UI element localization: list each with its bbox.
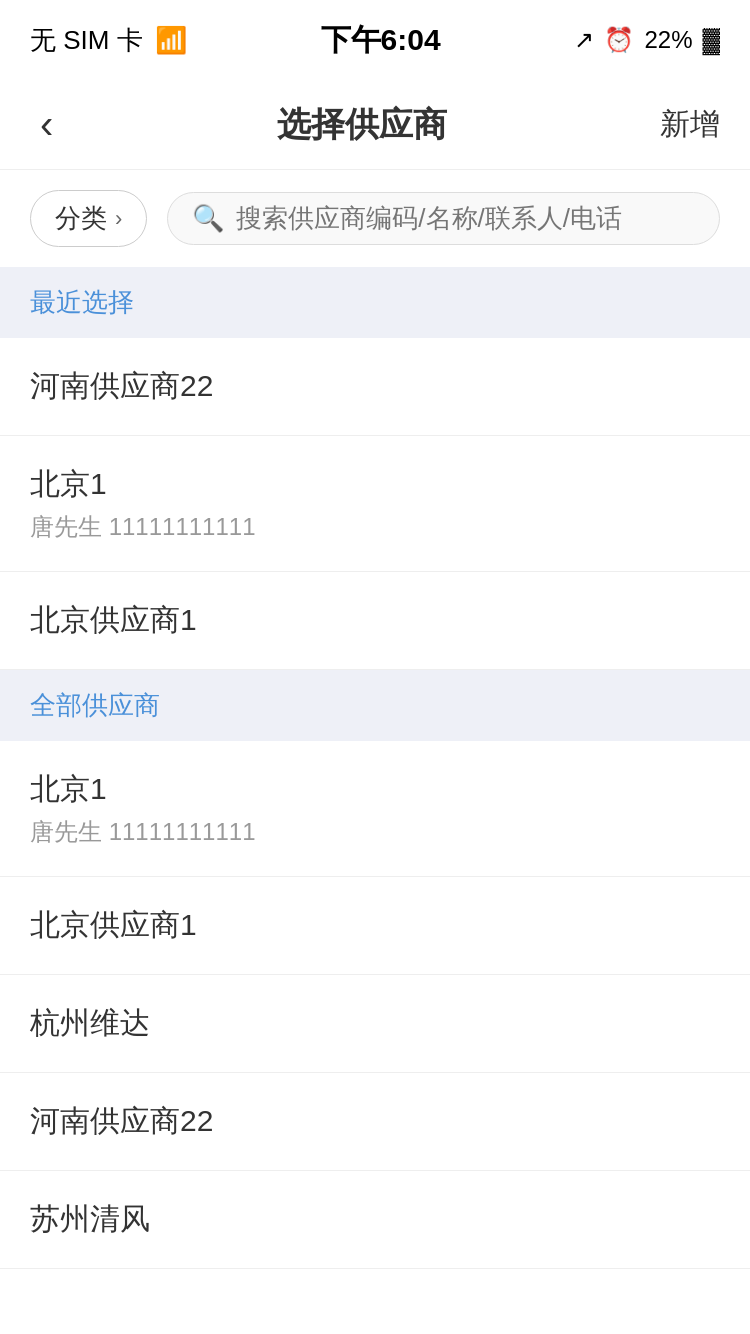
recent-section-header: 最近选择	[0, 267, 750, 338]
search-input[interactable]	[236, 203, 695, 234]
category-label: 分类	[55, 201, 107, 236]
status-bar: 无 SIM 卡 📶 下午6:04 ↗ ⏰ 22% ▓	[0, 0, 750, 80]
item-name: 北京供应商1	[30, 600, 720, 641]
list-item[interactable]: 北京供应商1	[0, 877, 750, 975]
search-icon: 🔍	[192, 203, 224, 234]
alarm-icon: ⏰	[604, 26, 634, 54]
item-name: 杭州维达	[30, 1003, 720, 1044]
item-name: 北京供应商1	[30, 905, 720, 946]
item-detail: 唐先生 11111111111	[30, 816, 720, 848]
list-item[interactable]: 杭州维达	[0, 975, 750, 1073]
battery-icon: ▓	[702, 26, 720, 54]
back-button[interactable]: ‹	[30, 92, 63, 157]
wifi-icon: 📶	[155, 25, 187, 56]
all-list: 北京1 唐先生 11111111111 北京供应商1 杭州维达 河南供应商22 …	[0, 741, 750, 1269]
all-section-header: 全部供应商	[0, 670, 750, 741]
filter-bar: 分类 › 🔍	[0, 170, 750, 267]
page-title: 选择供应商	[277, 102, 447, 148]
list-item[interactable]: 北京1 唐先生 11111111111	[0, 741, 750, 877]
list-item[interactable]: 北京供应商1	[0, 572, 750, 670]
location-icon: ↗	[574, 26, 594, 54]
status-left: 无 SIM 卡 📶	[30, 23, 187, 58]
battery-label: 22%	[644, 26, 692, 54]
recent-section-label: 最近选择	[30, 287, 134, 317]
list-item[interactable]: 苏州清风	[0, 1171, 750, 1269]
recent-list: 河南供应商22 北京1 唐先生 11111111111 北京供应商1	[0, 338, 750, 670]
item-name: 北京1	[30, 769, 720, 810]
chevron-right-icon: ›	[115, 206, 122, 232]
item-name: 苏州清风	[30, 1199, 720, 1240]
all-section-label: 全部供应商	[30, 690, 160, 720]
nav-bar: ‹ 选择供应商 新增	[0, 80, 750, 170]
list-item[interactable]: 河南供应商22	[0, 338, 750, 436]
item-name: 河南供应商22	[30, 366, 720, 407]
item-name: 北京1	[30, 464, 720, 505]
item-name: 河南供应商22	[30, 1101, 720, 1142]
search-box: 🔍	[167, 192, 720, 245]
status-right: ↗ ⏰ 22% ▓	[574, 26, 720, 54]
category-button[interactable]: 分类 ›	[30, 190, 147, 247]
status-time: 下午6:04	[321, 20, 441, 61]
add-button[interactable]: 新增	[660, 104, 720, 145]
no-sim-label: 无 SIM 卡	[30, 23, 143, 58]
item-detail: 唐先生 11111111111	[30, 511, 720, 543]
list-item[interactable]: 北京1 唐先生 11111111111	[0, 436, 750, 572]
list-item[interactable]: 河南供应商22	[0, 1073, 750, 1171]
